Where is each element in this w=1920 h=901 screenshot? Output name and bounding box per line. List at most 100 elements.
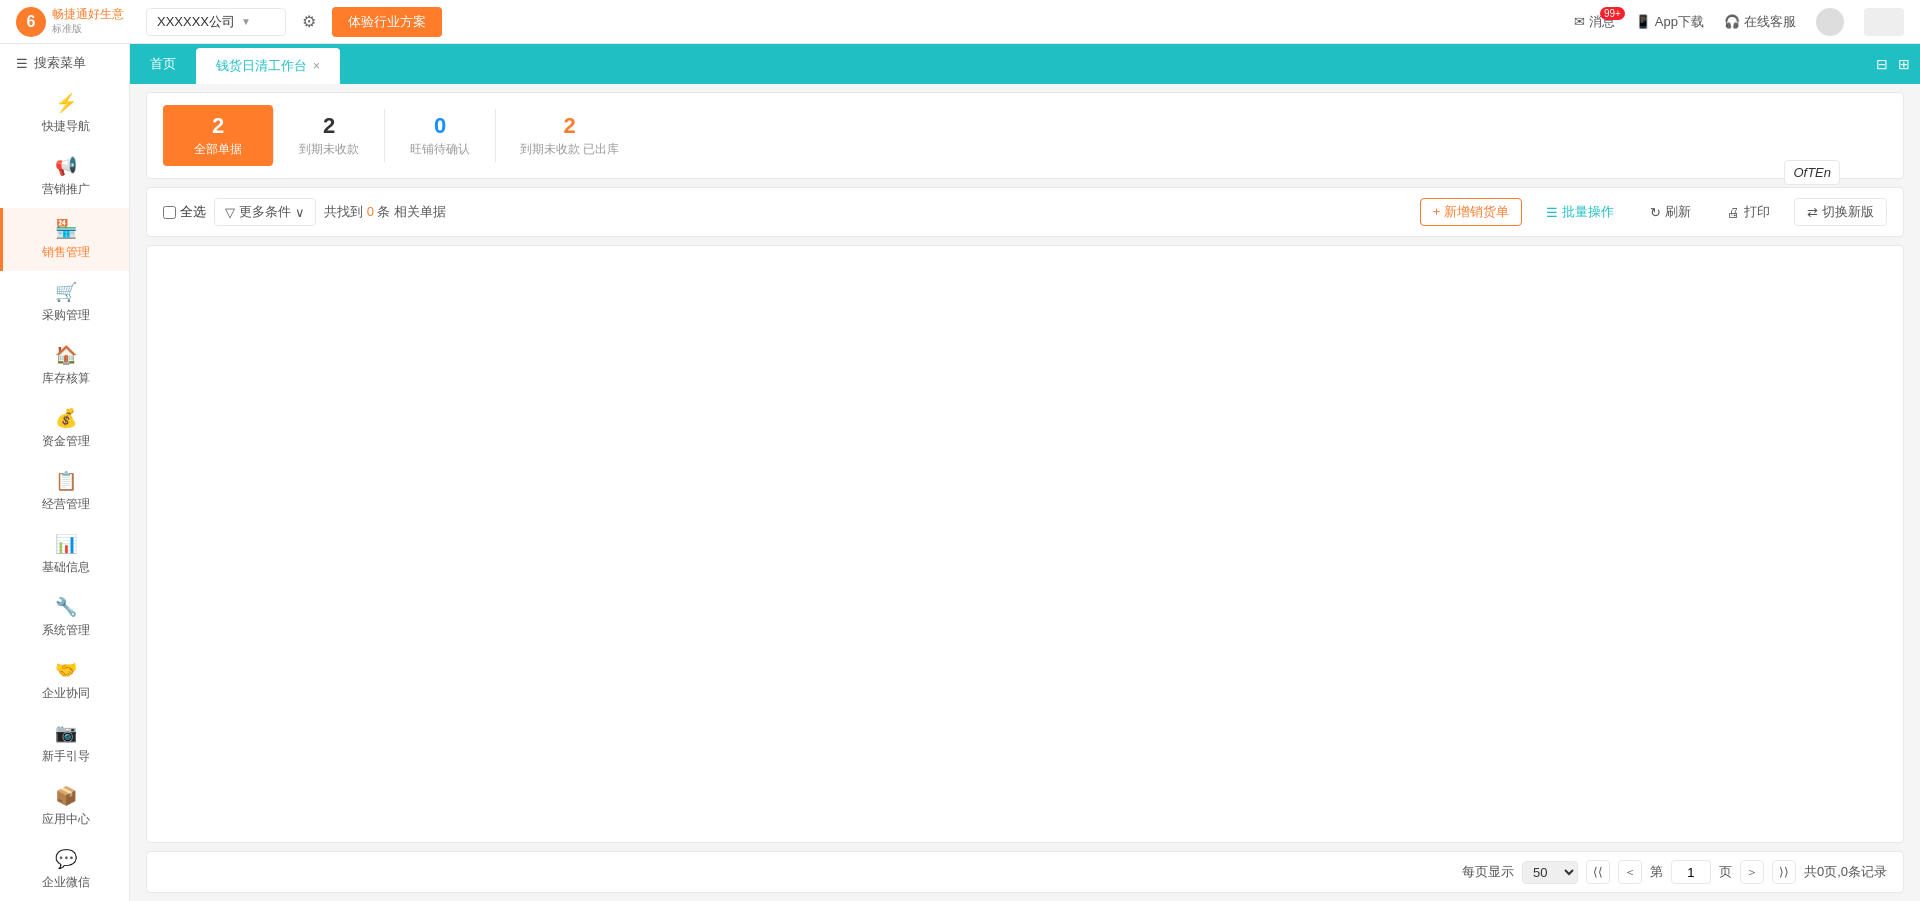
print-button[interactable]: 🖨 打印 [1715,199,1782,225]
app-download-button[interactable]: 📱 App下载 [1635,13,1704,31]
guide-icon: 📷 [55,722,77,744]
minimize-icon[interactable]: ⊟ [1876,56,1888,72]
sidebar-label-inventory: 库存核算 [42,370,90,387]
cooperation-icon: 🤝 [55,659,77,681]
online-service-button[interactable]: 🎧 在线客服 [1724,13,1796,31]
sidebar-label-sales: 销售管理 [42,244,90,261]
page-label: 第 [1650,863,1663,881]
tab-active[interactable]: 钱货日清工作台 × [196,48,340,84]
inventory-icon: 🏠 [55,344,77,366]
search-menu-label: 搜索菜单 [34,54,86,72]
sidebar-label-operation: 经营管理 [42,496,90,513]
page-input[interactable] [1671,860,1711,884]
system-icon: 🔧 [55,596,77,618]
select-all-input[interactable] [163,206,176,219]
add-order-button[interactable]: + 新增销货单 [1420,198,1522,226]
maximize-icon[interactable]: ⊞ [1898,56,1910,72]
sidebar-item-marketing[interactable]: 📢 营销推广 [0,145,129,208]
avatar[interactable] [1816,8,1844,36]
result-suffix: 相关单据 [394,204,446,219]
user-menu[interactable] [1864,8,1904,36]
stat-num-overdue-unpaid: 2 [323,113,335,139]
sidebar-item-inventory[interactable]: 🏠 库存核算 [0,334,129,397]
sidebar: ☰ 搜索菜单 ⚡ 快捷导航 📢 营销推广 🏪 销售管理 🛒 采购管理 🏠 库存核… [0,44,130,901]
result-count: 0 [367,204,374,219]
sidebar-item-purchase[interactable]: 🛒 采购管理 [0,271,129,334]
active-tab-label: 钱货日清工作台 [216,57,307,75]
top-header: 6 畅捷通好生意 标准版 XXXXXX公司 ▼ ⚙ 体验行业方案 ✉ 消息 99… [0,0,1920,44]
refresh-button[interactable]: ↻ 刷新 [1638,199,1703,225]
service-icon: 🎧 [1724,14,1740,29]
message-icon: ✉ [1574,14,1585,29]
stat-card-shipped[interactable]: 2 到期未收款 已出库 [496,105,643,166]
header-right: ✉ 消息 99+ 📱 App下载 🎧 在线客服 [1574,8,1904,36]
sidebar-item-guide[interactable]: 📷 新手引导 [0,712,129,775]
sidebar-label-wechat: 企业微信 [42,874,90,891]
sidebar-item-sales[interactable]: 🏪 销售管理 [0,208,129,271]
download-icon: 📱 [1635,14,1651,29]
search-menu-button[interactable]: ☰ 搜索菜单 [0,44,129,82]
marketing-icon: 📢 [55,155,77,177]
sidebar-item-system[interactable]: 🔧 系统管理 [0,586,129,649]
dropdown-arrow-icon: ▼ [241,16,251,27]
page-content: 2 全部单据 2 到期未收款 0 旺铺待确认 2 到期未收款 已出库 [130,84,1920,901]
toolbar: 全选 ▽ 更多条件 ∨ 共找到 0 条 相关单据 + 新增销货单 [146,187,1904,237]
sidebar-item-wechat[interactable]: 💬 企业微信 [0,838,129,901]
settings-button[interactable]: ⚙ [294,7,324,37]
company-selector[interactable]: XXXXXX公司 ▼ [146,8,286,36]
online-service-label: 在线客服 [1744,13,1796,31]
first-page-button[interactable]: ⟨⟨ [1586,860,1610,884]
refresh-icon: ↻ [1650,205,1661,220]
wechat-icon: 💬 [55,848,77,870]
batch-icon: ☰ [1546,205,1558,220]
batch-label: 批量操作 [1562,203,1614,221]
print-label: 打印 [1744,203,1770,221]
total-info: 共0页,0条记录 [1804,863,1887,881]
often-badge: OfTEn [1784,160,1840,185]
stat-num-wangpu: 0 [434,113,446,139]
logo-icon: 6 [16,7,46,37]
sidebar-item-base-info[interactable]: 📊 基础信息 [0,523,129,586]
more-filter-button[interactable]: ▽ 更多条件 ∨ [214,198,316,226]
filter-icon: ▽ [225,205,235,220]
lightning-icon: ⚡ [55,92,77,114]
stat-label-overdue-unpaid: 到期未收款 [299,141,359,158]
filter-label: 更多条件 [239,203,291,221]
batch-operation-button[interactable]: ☰ 批量操作 [1534,199,1626,225]
result-unit: 条 [377,204,390,219]
stat-num-all: 2 [212,113,224,139]
stat-label-wangpu: 旺铺待确认 [410,141,470,158]
tab-close-icon[interactable]: × [313,59,320,73]
app-center-icon: 📦 [55,785,77,807]
per-page-select[interactable]: 50 100 200 [1522,861,1578,884]
sidebar-label-system: 系统管理 [42,622,90,639]
finance-icon: 💰 [55,407,77,429]
last-page-button[interactable]: ⟩⟩ [1772,860,1796,884]
select-all-checkbox[interactable]: 全选 [163,203,206,221]
next-page-button[interactable]: ＞ [1740,860,1764,884]
stats-row: 2 全部单据 2 到期未收款 0 旺铺待确认 2 到期未收款 已出库 [146,92,1904,179]
stat-label-all: 全部单据 [194,141,242,158]
stat-card-wangpu[interactable]: 0 旺铺待确认 [385,105,495,166]
select-all-label: 全选 [180,203,206,221]
stat-card-all[interactable]: 2 全部单据 [163,105,273,166]
table-area [146,245,1904,843]
switch-version-button[interactable]: ⇄ 切换新版 [1794,198,1887,226]
footer-bar: 每页显示 50 100 200 ⟨⟨ ＜ 第 页 ＞ ⟩⟩ 共0页,0条记录 [146,851,1904,893]
sidebar-label-quick-nav: 快捷导航 [42,118,90,135]
sidebar-label-guide: 新手引导 [42,748,90,765]
sidebar-item-finance[interactable]: 💰 资金管理 [0,397,129,460]
trial-button[interactable]: 体验行业方案 [332,7,442,37]
sidebar-item-operation[interactable]: 📋 经营管理 [0,460,129,523]
content-area: 首页 钱货日清工作台 × ⊟ ⊞ 2 全部单据 2 [130,44,1920,901]
messages-button[interactable]: ✉ 消息 99+ [1574,13,1615,31]
prev-page-button[interactable]: ＜ [1618,860,1642,884]
sidebar-label-purchase: 采购管理 [42,307,90,324]
sidebar-item-app-center[interactable]: 📦 应用中心 [0,775,129,838]
base-info-icon: 📊 [55,533,77,555]
tab-home[interactable]: 首页 [130,44,196,84]
toolbar-right: + 新增销货单 ☰ 批量操作 ↻ 刷新 🖨 打印 ⇄ [1420,198,1887,226]
sidebar-item-quick-nav[interactable]: ⚡ 快捷导航 [0,82,129,145]
sidebar-item-cooperation[interactable]: 🤝 企业协同 [0,649,129,712]
stat-card-overdue-unpaid[interactable]: 2 到期未收款 [274,105,384,166]
